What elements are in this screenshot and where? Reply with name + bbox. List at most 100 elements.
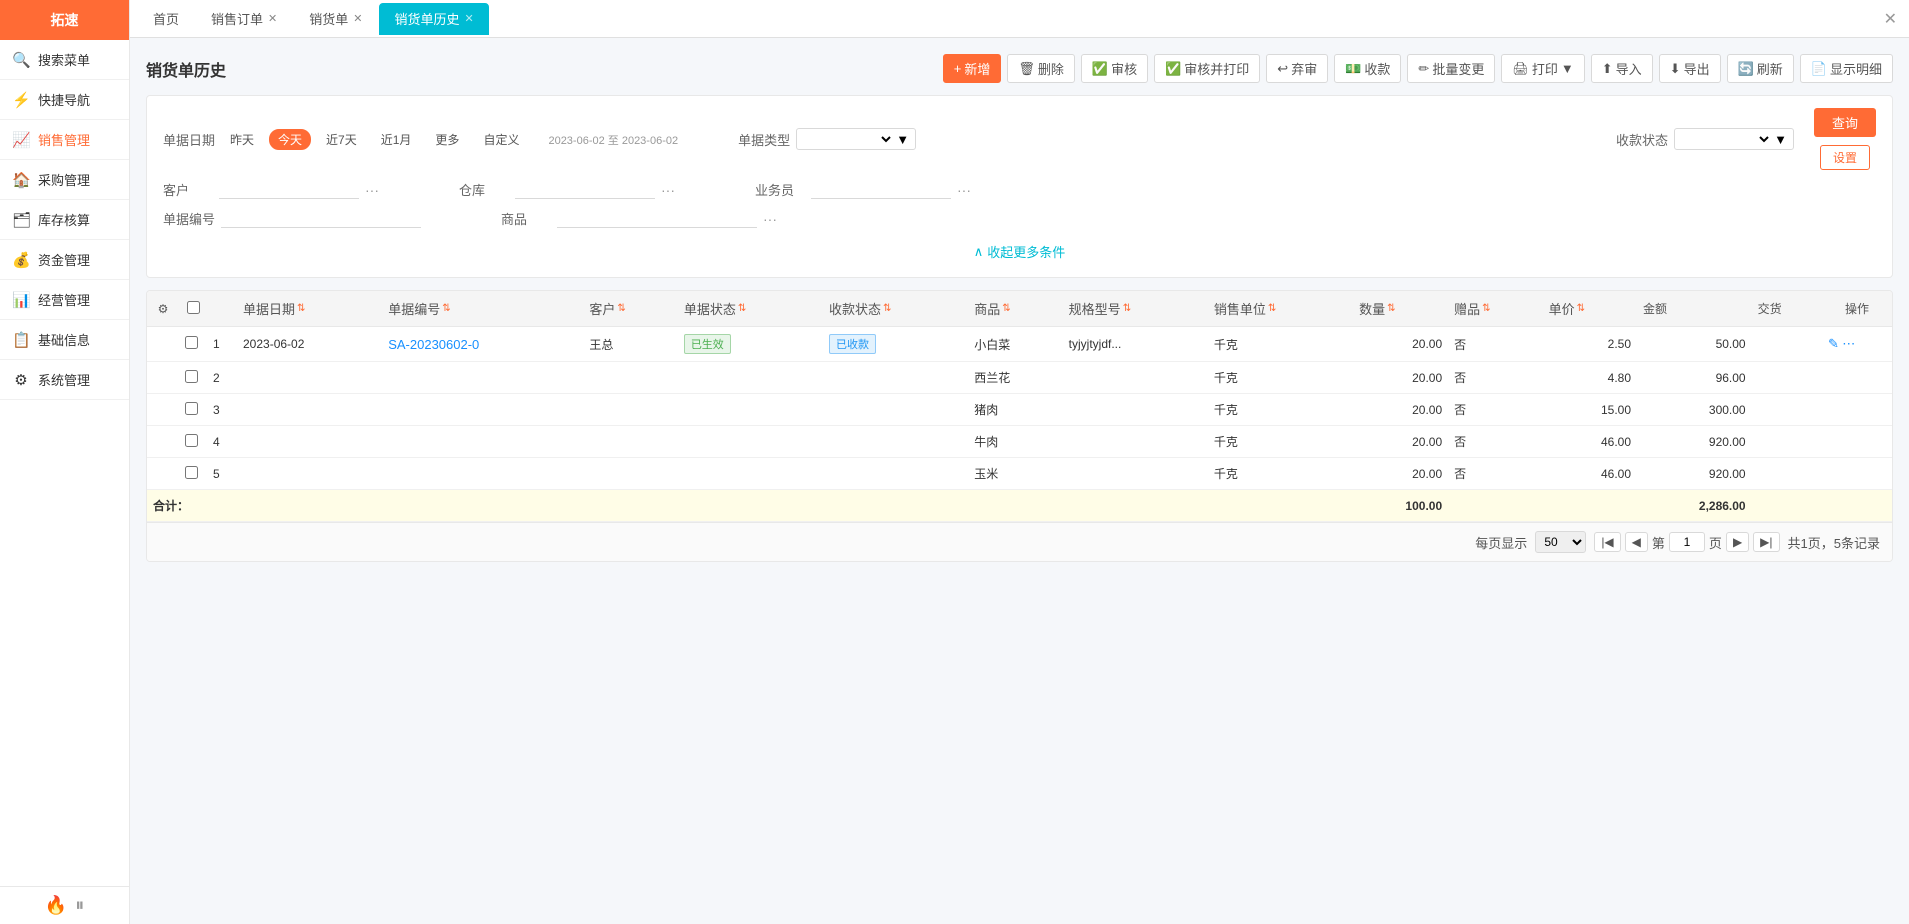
col-gift[interactable]: 赠品⇅ — [1448, 291, 1542, 327]
first-page-button[interactable]: |◀ — [1594, 532, 1620, 552]
tabs-close-all-button[interactable]: ✕ — [1880, 9, 1901, 29]
table-cell — [583, 458, 677, 490]
settings-button[interactable]: 设置 — [1820, 145, 1870, 170]
table-cell — [179, 394, 207, 426]
col-doc-status[interactable]: 单据状态⇅ — [678, 291, 823, 327]
audit-print-button[interactable]: ✅ 审核并打印 — [1154, 54, 1260, 83]
date-more[interactable]: 更多 — [426, 129, 468, 150]
warehouse-dots[interactable]: ··· — [661, 182, 675, 198]
col-unit[interactable]: 销售单位⇅ — [1208, 291, 1353, 327]
import-button[interactable]: ⬆ 导入 — [1591, 54, 1653, 83]
sort-doc-status-icon: ⇅ — [738, 303, 746, 314]
table-cell — [1752, 327, 1822, 362]
filter-section: 单据日期 昨天 今天 近7天 近1月 更多 自定义 2023-06-02 至 2… — [146, 95, 1893, 278]
collect-status-select[interactable] — [1681, 131, 1772, 147]
row-checkbox-1[interactable] — [185, 370, 198, 383]
abandon-button[interactable]: ↩ 弃审 — [1266, 54, 1328, 83]
table-cell — [823, 362, 968, 394]
tab-home[interactable]: 首页 — [138, 3, 194, 35]
batch-change-button[interactable]: ✏ 批量变更 — [1407, 54, 1495, 83]
doc-type-select-wrap[interactable]: ▼ — [796, 128, 916, 150]
row-checkbox-2[interactable] — [185, 402, 198, 415]
sidebar-item-label: 资金管理 — [38, 250, 90, 269]
customer-label: 客户 — [163, 180, 213, 199]
customer-dots[interactable]: ··· — [365, 182, 379, 198]
collect-status-select-wrap[interactable]: ▼ — [1674, 128, 1794, 150]
sidebar-item-sales-mgmt[interactable]: 📈 销售管理 — [0, 120, 129, 160]
delete-button[interactable]: 🗑 删除 — [1007, 54, 1075, 83]
col-gear[interactable]: ⚙ — [147, 291, 179, 327]
pause-icon[interactable]: ⏸ — [75, 895, 84, 916]
col-spec[interactable]: 规格型号⇅ — [1063, 291, 1208, 327]
filter-row-3: 单据编号 商品 ··· — [163, 209, 1876, 228]
show-details-button[interactable]: 📄 显示明细 — [1800, 54, 1893, 83]
query-button[interactable]: 查询 — [1814, 108, 1876, 137]
row-checkbox-0[interactable] — [185, 336, 198, 349]
doc-type-select[interactable] — [803, 131, 894, 147]
sidebar-item-search-menu[interactable]: 🔍 搜索菜单 — [0, 40, 129, 80]
table-cell: SA-20230602-0 — [382, 327, 583, 362]
fire-icon[interactable]: 🔥 — [45, 895, 67, 916]
sidebar-item-inventory[interactable]: 🗂 库存核算 — [0, 200, 129, 240]
doc-no-link[interactable]: SA-20230602-0 — [388, 337, 479, 352]
date-custom[interactable]: 自定义 — [474, 129, 528, 150]
col-check[interactable] — [179, 291, 207, 327]
col-qty[interactable]: 数量⇅ — [1353, 291, 1448, 327]
refresh-button[interactable]: 🔄 刷新 — [1727, 54, 1794, 83]
last-page-button[interactable]: ▶| — [1753, 532, 1779, 552]
sidebar-item-purchase-mgmt[interactable]: 🏠 采购管理 — [0, 160, 129, 200]
warehouse-input[interactable] — [515, 180, 655, 199]
export-button[interactable]: ⬇ 导出 — [1659, 54, 1721, 83]
sidebar-item-quick-nav[interactable]: ⚡ 快捷导航 — [0, 80, 129, 120]
customer-input[interactable] — [219, 180, 359, 199]
date-7days[interactable]: 近7天 — [317, 129, 366, 150]
tab-close-sales-order[interactable]: ✕ — [268, 12, 277, 25]
delete-icon: 🗑 — [1018, 61, 1035, 77]
audit-button[interactable]: ✅ 审核 — [1081, 54, 1148, 83]
sort-qty-icon: ⇅ — [1387, 303, 1395, 314]
col-pay-status[interactable]: 收款状态⇅ — [823, 291, 968, 327]
col-goods[interactable]: 商品⇅ — [968, 291, 1062, 327]
print-button[interactable]: 🖨 打印 ▼ — [1501, 54, 1584, 83]
edit-ops[interactable]: ✎ — [1828, 336, 1839, 351]
tab-close-sales-goods[interactable]: ✕ — [353, 12, 362, 25]
sidebar-item-system[interactable]: ⚙ 系统管理 — [0, 360, 129, 400]
add-button[interactable]: + 新增 — [943, 54, 1002, 83]
select-all-checkbox[interactable] — [187, 301, 200, 314]
date-today[interactable]: 今天 — [269, 129, 311, 150]
col-doc-date[interactable]: 单据日期⇅ — [237, 291, 382, 327]
next-page-button[interactable]: ▶ — [1726, 532, 1749, 552]
tab-close-sales-history[interactable]: ✕ — [465, 12, 474, 25]
goods-input[interactable] — [557, 209, 757, 228]
row-checkbox-4[interactable] — [185, 466, 198, 479]
filter-salesperson: 业务员 ··· — [755, 180, 971, 199]
per-page-select[interactable]: 50 100 — [1535, 531, 1586, 553]
col-price[interactable]: 单价⇅ — [1543, 291, 1637, 327]
salesperson-input[interactable] — [811, 180, 951, 199]
collect-button[interactable]: 💵 收款 — [1334, 54, 1401, 83]
table-cell: 玉米 — [968, 458, 1062, 490]
summary-total-qty: 100.00 — [1353, 490, 1448, 522]
table-cell: 否 — [1448, 327, 1542, 362]
tab-sales-order[interactable]: 销售订单 ✕ — [196, 3, 292, 35]
table-cell — [1822, 394, 1892, 426]
tab-sales-goods[interactable]: 销货单 ✕ — [294, 3, 377, 35]
date-1month[interactable]: 近1月 — [372, 129, 421, 150]
table-cell: 20.00 — [1353, 327, 1448, 362]
col-doc-no[interactable]: 单据编号⇅ — [382, 291, 583, 327]
more-ops[interactable]: ⋯ — [1842, 336, 1855, 351]
row-checkbox-3[interactable] — [185, 434, 198, 447]
page-number-input[interactable] — [1669, 532, 1705, 552]
collapse-button[interactable]: ∧ 收起更多条件 — [163, 238, 1876, 265]
doc-no-input[interactable] — [221, 209, 421, 228]
table-cell — [179, 426, 207, 458]
prev-page-button[interactable]: ◀ — [1625, 532, 1648, 552]
salesperson-dots[interactable]: ··· — [957, 182, 971, 198]
sidebar-item-basic-info[interactable]: 📋 基础信息 — [0, 320, 129, 360]
col-customer[interactable]: 客户⇅ — [583, 291, 677, 327]
goods-dots[interactable]: ··· — [763, 211, 777, 227]
date-yesterday[interactable]: 昨天 — [221, 129, 263, 150]
tab-sales-history[interactable]: 销货单历史 ✕ — [379, 3, 488, 35]
sidebar-item-operations[interactable]: 📊 经营管理 — [0, 280, 129, 320]
sidebar-item-finance[interactable]: 💰 资金管理 — [0, 240, 129, 280]
